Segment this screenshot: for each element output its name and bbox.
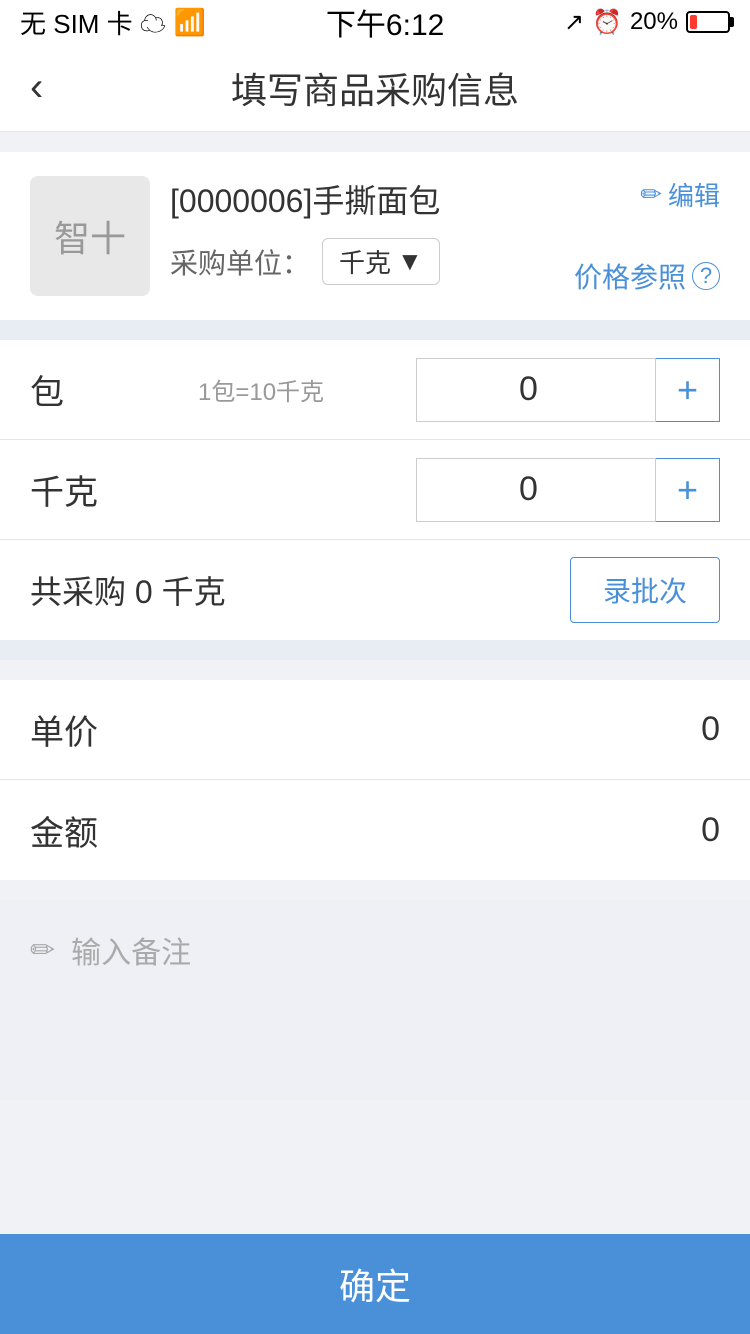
bag-quantity-input[interactable] — [416, 358, 656, 422]
kg-quantity-input[interactable] — [416, 458, 656, 522]
amount-row: 金额 0 — [0, 780, 750, 880]
status-right: ↗ ⏰ 20% — [564, 8, 730, 37]
kg-input-right: + — [416, 458, 720, 522]
product-logo: 智十 — [54, 210, 126, 262]
help-icon: ? — [692, 262, 720, 290]
pencil-icon: ✏ — [30, 933, 55, 968]
amount-label: 金额 — [30, 806, 98, 855]
back-button[interactable]: ‹ — [30, 65, 63, 110]
bag-plus-button[interactable]: + — [656, 358, 720, 422]
divider-1 — [0, 320, 750, 340]
amount-value: 0 — [701, 811, 720, 850]
product-name: [0000006]手撕面包 — [170, 176, 720, 222]
battery-icon — [686, 11, 730, 33]
location-icon: ↗ — [564, 8, 584, 37]
confirm-button[interactable]: 确定 — [0, 1234, 750, 1334]
unit-selector[interactable]: 千克 ▼ — [322, 238, 440, 285]
status-bar: 无 SIM 卡 ☁ 📶 下午6:12 ↗ ⏰ 20% — [0, 0, 750, 44]
unit-price-value: 0 — [701, 710, 720, 749]
price-ref-label: 价格参照 — [574, 256, 686, 296]
edit-label: 编辑 — [668, 176, 720, 213]
product-thumbnail: 智十 — [30, 176, 150, 296]
summary-row: 共采购 0 千克 录批次 — [0, 540, 750, 640]
kg-input-row: 千克 + — [0, 440, 750, 540]
input-section: 包 1包=10千克 + 千克 + — [0, 340, 750, 540]
wifi-icon: 📶 — [174, 7, 206, 38]
battery-fill — [690, 15, 697, 29]
remark-placeholder-text: 输入备注 — [71, 928, 191, 972]
dropdown-arrow: ▼ — [397, 246, 423, 277]
status-left: 无 SIM 卡 ☁ 📶 — [20, 4, 206, 41]
nav-bar: ‹ 填写商品采购信息 — [0, 44, 750, 132]
unit-label: 采购单位： — [170, 242, 310, 282]
edit-icon: ✏ — [640, 179, 662, 210]
bag-label: 包 — [30, 365, 190, 414]
price-info-section: 单价 0 金额 0 — [0, 680, 750, 880]
record-batch-button[interactable]: 录批次 — [570, 557, 720, 623]
unit-price-label: 单价 — [30, 705, 98, 754]
status-time: 下午6:12 — [326, 0, 444, 44]
unit-value: 千克 — [339, 243, 391, 280]
remark-placeholder: ✏ 输入备注 — [30, 928, 720, 972]
battery-label: 20% — [630, 8, 678, 36]
bottom-spacer — [0, 1100, 750, 1220]
product-card: 智十 [0000006]手撕面包 采购单位： 千克 ▼ ✏ 编辑 价格参照 ? — [0, 152, 750, 320]
page-title: 填写商品采购信息 — [231, 62, 519, 114]
unit-price-row: 单价 0 — [0, 680, 750, 780]
alarm-icon: ⏰ — [592, 8, 622, 37]
bag-sublabel: 1包=10千克 — [198, 372, 324, 407]
edit-button[interactable]: ✏ 编辑 — [640, 176, 720, 213]
remark-section[interactable]: ✏ 输入备注 — [0, 900, 750, 1100]
divider-2 — [0, 640, 750, 660]
bag-input-row: 包 1包=10千克 + — [0, 340, 750, 440]
kg-plus-button[interactable]: + — [656, 458, 720, 522]
summary-text: 共采购 0 千克 — [30, 567, 226, 613]
no-sim-label: 无 SIM 卡 ☁ — [20, 4, 166, 41]
kg-label: 千克 — [30, 465, 190, 514]
bag-input-right: + — [416, 358, 720, 422]
price-reference-button[interactable]: 价格参照 ? — [574, 256, 720, 296]
